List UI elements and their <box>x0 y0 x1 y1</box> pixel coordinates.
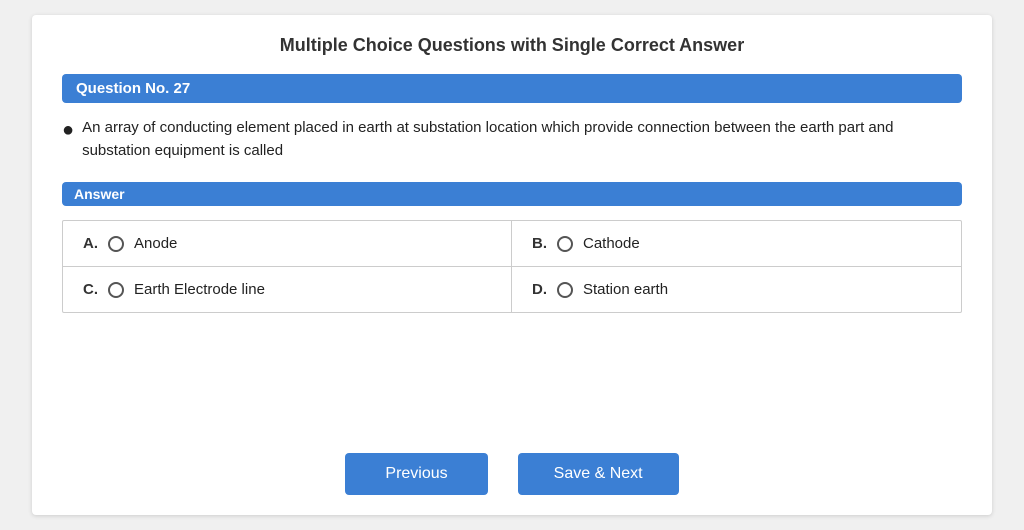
option-d[interactable]: D. Station earth <box>512 267 961 312</box>
buttons-row: Previous Save & Next <box>62 453 962 495</box>
option-a-letter: A. <box>83 235 98 252</box>
option-d-radio[interactable] <box>557 282 573 298</box>
option-c-radio[interactable] <box>108 282 124 298</box>
question-text: ● An array of conducting element placed … <box>62 117 962 162</box>
option-b-letter: B. <box>532 235 547 252</box>
page-container: Multiple Choice Questions with Single Co… <box>32 15 992 515</box>
options-grid: A. Anode B. Cathode C. Earth Electrode l… <box>62 220 962 313</box>
option-d-letter: D. <box>532 281 547 298</box>
option-c-text: Earth Electrode line <box>134 281 265 298</box>
question-header: Question No. 27 <box>62 74 962 103</box>
previous-button[interactable]: Previous <box>345 453 487 495</box>
option-b[interactable]: B. Cathode <box>512 221 961 267</box>
option-a-text: Anode <box>134 235 177 252</box>
answer-label: Answer <box>62 182 962 206</box>
page-title: Multiple Choice Questions with Single Co… <box>62 35 962 56</box>
option-b-radio[interactable] <box>557 236 573 252</box>
option-a[interactable]: A. Anode <box>63 221 512 267</box>
option-c-letter: C. <box>83 281 98 298</box>
option-d-text: Station earth <box>583 281 668 298</box>
question-body: An array of conducting element placed in… <box>82 117 962 162</box>
option-a-radio[interactable] <box>108 236 124 252</box>
save-next-button[interactable]: Save & Next <box>518 453 679 495</box>
option-c[interactable]: C. Earth Electrode line <box>63 267 512 312</box>
question-bullet: ● <box>62 117 74 143</box>
option-b-text: Cathode <box>583 235 640 252</box>
